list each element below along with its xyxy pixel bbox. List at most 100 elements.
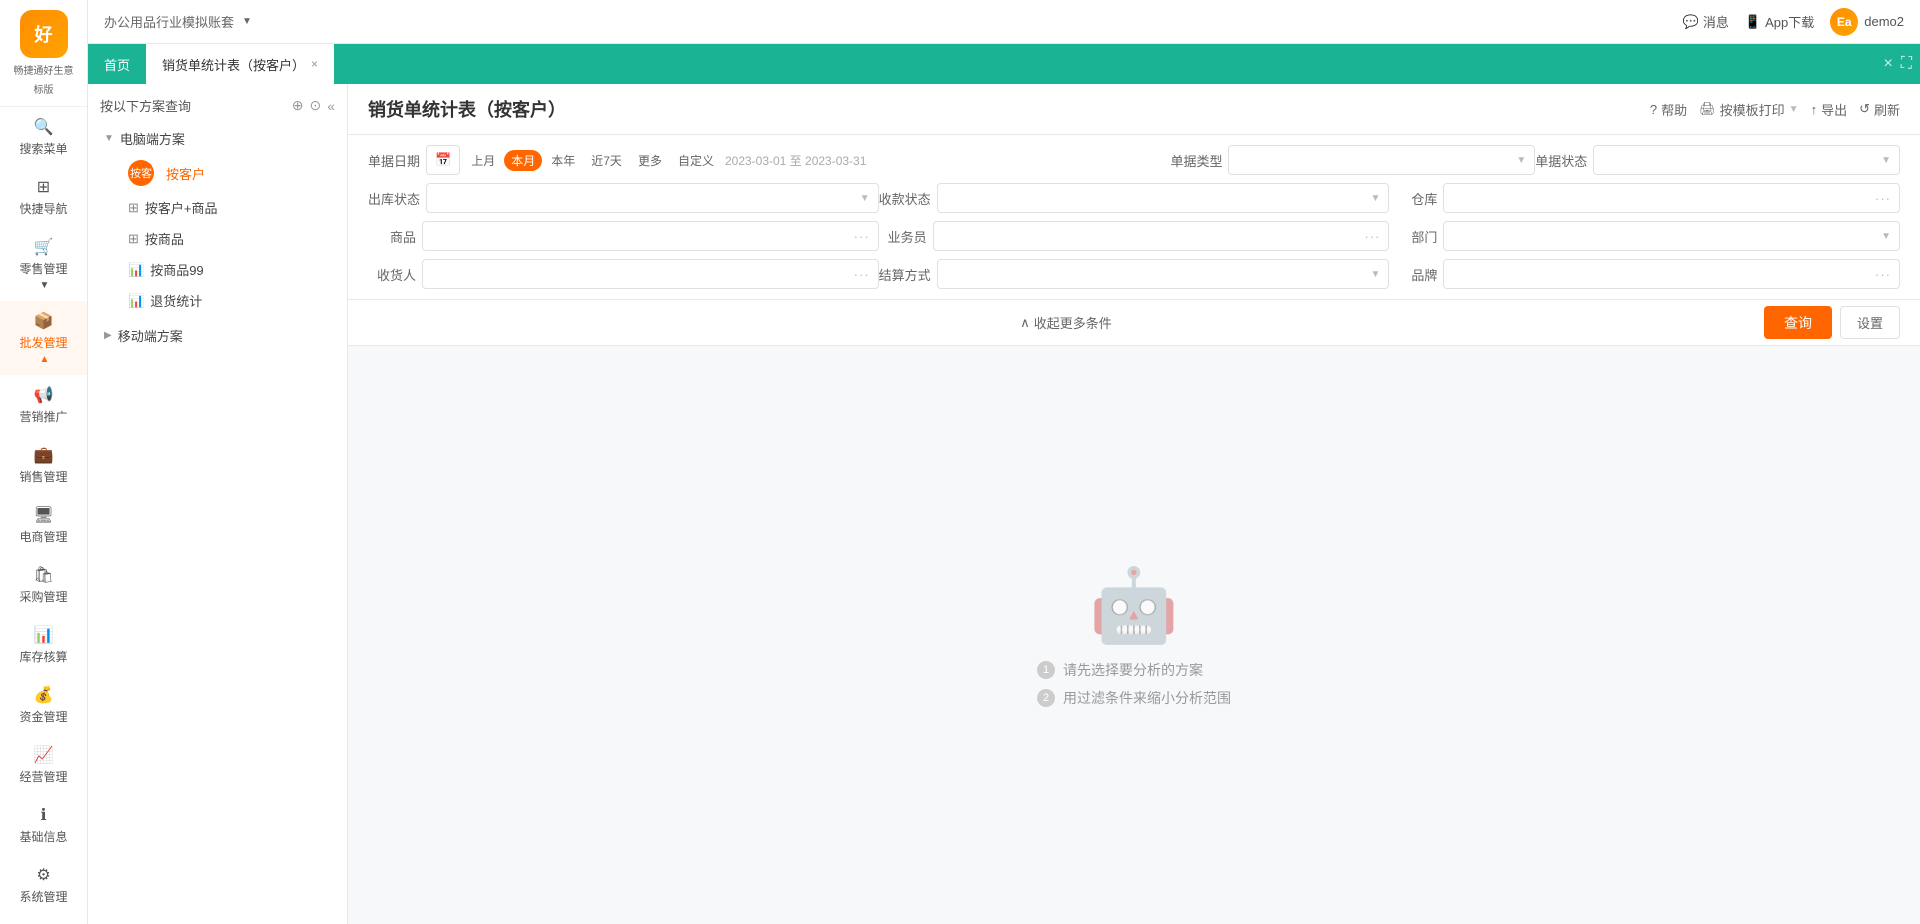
settings-button[interactable]: 设置 (1840, 306, 1900, 339)
tree-item-by-goods[interactable]: ⊞ 按商品 (120, 223, 347, 254)
help-button[interactable]: ? 帮助 (1650, 100, 1687, 119)
tab-close-button[interactable]: × (311, 57, 318, 71)
collapse-label: 收起更多条件 (1034, 313, 1112, 332)
warehouse-select[interactable]: ··· (1443, 183, 1900, 213)
app-download-button[interactable]: 📱 App下载 (1745, 12, 1814, 31)
collapse-panel-button[interactable]: « (327, 98, 335, 114)
tree-item-by-goods-99[interactable]: 📊 按商品99 (120, 254, 347, 285)
sidebar-item-operations[interactable]: 📈 经营管理 (0, 735, 87, 795)
filters-area: 单据日期 📅 上月 本月 本年 近7天 更多 自定义 (348, 135, 1920, 300)
tab-window-controls: × ⛶ (1883, 55, 1912, 73)
sidebar-item-label: 批发管理 (19, 334, 67, 351)
brand-label: 品牌 (1389, 265, 1437, 284)
filter-cell-doc-type: 单据类型 ▼ (1170, 145, 1535, 175)
sidebar-item-label: 营销推广 (19, 408, 67, 425)
chevron-down-icon: ▼ (1370, 269, 1380, 280)
sidebar-item-marketing[interactable]: 📢 营销推广 (0, 375, 87, 435)
tree-item-label: 按客户+商品 (145, 198, 218, 217)
close-window-icon[interactable]: × (1883, 55, 1892, 73)
message-button[interactable]: 💬 消息 (1683, 12, 1729, 31)
retail-icon: 🛒 (34, 237, 54, 257)
chevron-up-icon: ∧ (1020, 315, 1030, 331)
shortcut-last-month[interactable]: 上月 (464, 150, 502, 171)
help-icon: ? (1650, 102, 1657, 117)
sidebar-item-label: 快捷导航 (19, 200, 67, 217)
sidebar-item-inventory[interactable]: 📊 库存核算 (0, 615, 87, 675)
system-icon: ⚙ (36, 865, 50, 885)
page-title: 销货单统计表（按客户） (368, 96, 566, 134)
date-picker[interactable]: 📅 (426, 145, 460, 175)
refresh-button[interactable]: ↺ 刷新 (1859, 100, 1900, 119)
settlement-label: 结算方式 (879, 265, 931, 284)
user-profile-button[interactable]: Ea demo2 (1830, 8, 1904, 36)
tab-home[interactable]: 首页 (88, 44, 146, 84)
ecommerce-icon: 🖥 (33, 505, 53, 525)
sidebar-item-shortcuts[interactable]: ⊞ 快捷导航 (0, 167, 87, 227)
print-button[interactable]: 🖨 按模板打印 ▼ (1699, 100, 1798, 119)
sidebar-item-ecommerce[interactable]: 🖥 电商管理 (0, 495, 87, 555)
salesperson-select[interactable]: ··· (933, 221, 1390, 251)
sidebar-item-search[interactable]: 🔍 搜索菜单 (0, 107, 87, 167)
sidebar-item-wholesale[interactable]: 📦 批发管理 ▲ (0, 301, 87, 375)
filter-cell-settlement: 结算方式 ▼ (879, 259, 1390, 289)
tree-item-label: 按商品99 (150, 260, 203, 279)
department-label: 部门 (1389, 227, 1437, 246)
chevron-down-icon: ▼ (860, 193, 870, 204)
sidebar-item-finance[interactable]: 💰 资金管理 (0, 675, 87, 735)
date-range-display: 2023-03-01 至 2023-03-31 (725, 152, 866, 169)
sidebar-item-retail[interactable]: 🛒 零售管理 ▼ (0, 227, 87, 301)
brand-select[interactable]: ··· (1443, 259, 1900, 289)
app-name-label: 办公用品行业模拟账套 (104, 12, 234, 31)
settings-scheme-button[interactable]: ⊙ (309, 97, 321, 114)
tree-item-label: 按商品 (145, 229, 184, 248)
shortcut-custom[interactable]: 自定义 (671, 150, 721, 171)
avatar: Ea (1830, 8, 1858, 36)
filter-row-4: 收货人 ··· 结算方式 ▼ 品牌 (368, 259, 1900, 289)
chevron-down-icon: ▼ (1370, 193, 1380, 204)
tree-item-by-customer-goods[interactable]: ⊞ 按客户+商品 (120, 192, 347, 223)
logo-icon: 好 (20, 10, 68, 58)
doc-type-select[interactable]: ▼ (1228, 145, 1535, 175)
tab-sales-stats[interactable]: 销货单统计表（按客户） × (146, 44, 334, 84)
grid-icon: ⊞ (37, 177, 50, 197)
goods-select[interactable]: ··· (422, 221, 879, 251)
settlement-select[interactable]: ▼ (937, 259, 1390, 289)
maximize-icon[interactable]: ⛶ (1901, 55, 1912, 73)
recipient-select[interactable]: ··· (422, 259, 879, 289)
page-header: 销货单统计表（按客户） ? 帮助 🖨 按模板打印 ▼ ↑ 导出 (348, 84, 1920, 135)
tree-item-by-customer[interactable]: 按客 按客户 (120, 154, 347, 192)
sidebar-item-label: 电商管理 (19, 528, 67, 545)
tab-sales-stats-label: 销货单统计表（按客户） (162, 55, 305, 74)
empty-hint-1: 1 请先选择要分析的方案 (1037, 660, 1231, 680)
finance-icon: 💰 (34, 685, 54, 705)
filter-cell-date: 单据日期 📅 上月 本月 本年 近7天 更多 自定义 (368, 145, 1170, 175)
shortcut-more[interactable]: 更多 (631, 150, 669, 171)
sidebar-item-system[interactable]: ⚙ 系统管理 (0, 855, 87, 915)
sidebar-item-label: 搜索菜单 (19, 140, 67, 157)
sidebar-item-basic[interactable]: ℹ 基础信息 (0, 795, 87, 855)
doc-status-select[interactable]: ▼ (1593, 145, 1900, 175)
shortcut-this-month[interactable]: 本月 (504, 150, 542, 171)
tabbar: 首页 销货单统计表（按客户） × × ⛶ (88, 44, 1920, 84)
hint-number-1: 1 (1037, 661, 1055, 679)
message-icon: 💬 (1683, 14, 1699, 30)
department-select[interactable]: ▼ (1443, 221, 1900, 251)
receipt-status-select[interactable]: ▼ (937, 183, 1390, 213)
tree-item-return-stats[interactable]: 📊 退货统计 (120, 285, 347, 316)
sidebar-item-sales[interactable]: 💼 销售管理 (0, 435, 87, 495)
filter-row-2: 出库状态 ▼ 收款状态 ▼ 仓库 (368, 183, 1900, 213)
add-scheme-button[interactable]: ⊕ (292, 97, 304, 114)
sidebar-item-enterprise[interactable]: 🤝 企业协同 (0, 915, 87, 924)
shortcut-last-7-days[interactable]: 近7天 (584, 150, 629, 171)
filter-cell-department: 部门 ▼ (1389, 221, 1900, 251)
salesperson-label: 业务员 (879, 227, 927, 246)
more-options-icon: ··· (1875, 191, 1891, 206)
sidebar-item-procurement[interactable]: 🛍 采购管理 (0, 555, 87, 615)
export-button[interactable]: ↑ 导出 (1811, 100, 1848, 119)
out-status-select[interactable]: ▼ (426, 183, 879, 213)
shortcut-this-year[interactable]: 本年 (544, 150, 582, 171)
collapse-button[interactable]: ∧ 收起更多条件 (1004, 305, 1128, 340)
filter-cell-out-status: 出库状态 ▼ (368, 183, 879, 213)
query-button[interactable]: 查询 (1764, 306, 1832, 339)
export-icon: ↑ (1811, 102, 1818, 117)
